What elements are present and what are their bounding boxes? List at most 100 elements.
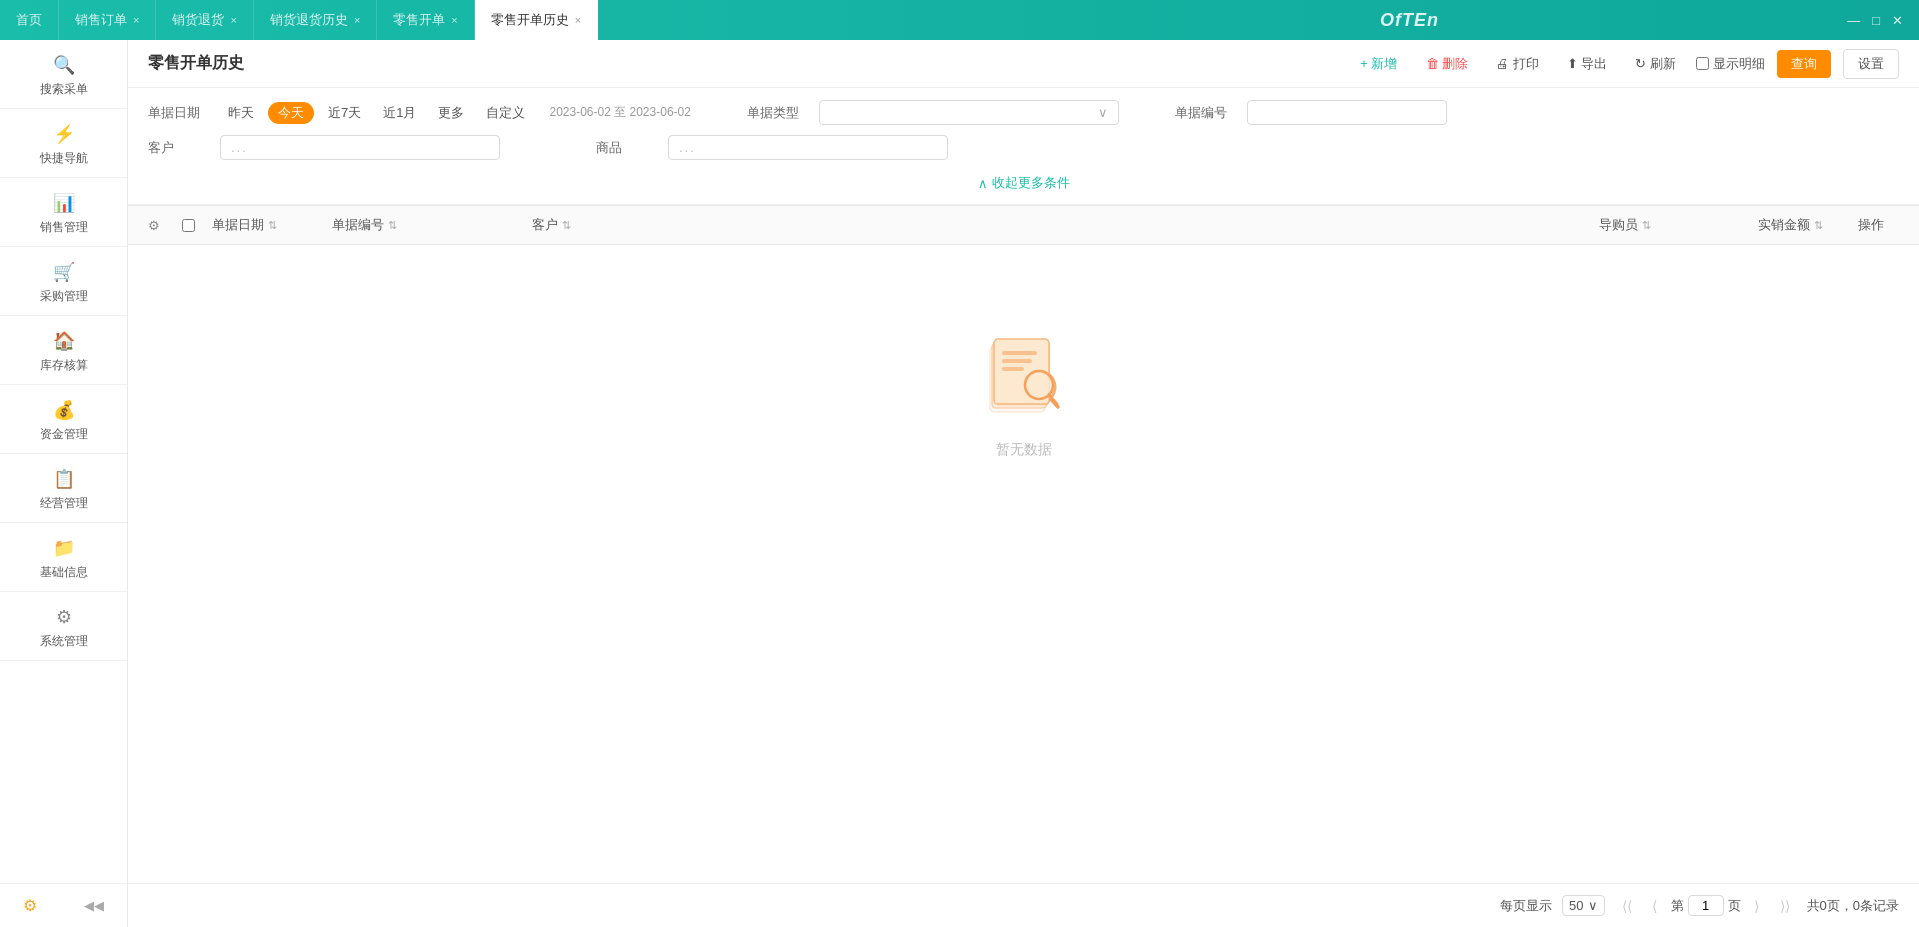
collapse-label: 收起更多条件 [992, 174, 1070, 192]
tab-销货退货[interactable]: 销货退货× [156, 0, 253, 40]
tab-销货退货历史[interactable]: 销货退货历史 × [254, 0, 377, 40]
print-button[interactable]: 🖨 打印 [1488, 51, 1547, 77]
goods-input[interactable]: ... [668, 135, 948, 160]
tab-close-icon[interactable]: × [133, 14, 139, 26]
tab-零售开单历史[interactable]: 零售开单历史× [475, 0, 598, 40]
doc-type-arrow: ∨ [1098, 105, 1108, 120]
filter-row-2: 客户 ... 商品 ... [148, 135, 1899, 160]
page-label-prefix: 第 [1671, 897, 1684, 915]
sidebar-icon-3: 🛒 [53, 261, 75, 283]
collapse-icon: ∧ [978, 176, 988, 191]
doc-type-select[interactable]: ∨ [819, 100, 1119, 125]
pagination-bar: 每页显示 50 ∨ ⟨⟨ ⟨ 第 页 ⟩ ⟩⟩ 共0页，0条记录 [128, 883, 1919, 927]
sidebar-item-2[interactable]: 📊销售管理 [0, 178, 127, 247]
column-settings-icon[interactable]: ⚙ [136, 218, 172, 233]
current-page-input[interactable] [1688, 895, 1724, 916]
add-button[interactable]: + 新增 [1352, 51, 1405, 77]
sidebar-label-5: 资金管理 [40, 426, 88, 443]
minimize-btn[interactable]: — [1847, 13, 1860, 28]
sidebar-label-8: 系统管理 [40, 633, 88, 650]
first-page-btn[interactable]: ⟨⟨ [1615, 894, 1639, 918]
close-btn[interactable]: ✕ [1892, 13, 1903, 28]
doc-no-input[interactable] [1247, 100, 1447, 125]
sidebar-label-0: 搜索采单 [40, 81, 88, 98]
settings-button[interactable]: 设置 [1843, 49, 1899, 79]
th-guide[interactable]: 导购员 ⇅ [1591, 216, 1711, 234]
sidebar-item-4[interactable]: 🏠库存核算 [0, 316, 127, 385]
th-customer[interactable]: 客户 ⇅ [524, 216, 1591, 234]
display-cols-input[interactable] [1696, 57, 1709, 70]
tab-销售订单[interactable]: 销售订单 × [59, 0, 156, 40]
tab-label: 销售订单 [75, 11, 127, 29]
date-today[interactable]: 今天 [268, 102, 314, 124]
th-docno-label: 单据编号 [332, 216, 384, 234]
sidebar-item-0[interactable]: 🔍 搜索采单 [0, 40, 127, 109]
date-custom[interactable]: 自定义 [478, 102, 533, 124]
last-page-btn[interactable]: ⟩⟩ [1773, 894, 1797, 918]
delete-button[interactable]: 🗑 删除 [1418, 51, 1477, 77]
sidebar-icon-0: 🔍 [53, 54, 75, 76]
customer-label: 客户 [148, 139, 204, 157]
sidebar-item-5[interactable]: 💰资金管理 [0, 385, 127, 454]
brand-logo: OfTEn [1380, 10, 1439, 31]
doc-type-label: 单据类型 [747, 104, 803, 122]
sidebar-label-4: 库存核算 [40, 357, 88, 374]
refresh-button[interactable]: ↻ 刷新 [1627, 51, 1684, 77]
table-header: ⚙ 单据日期 ⇅ 单据编号 ⇅ 客户 ⇅ 导购员 ⇅ [128, 205, 1919, 245]
per-page-label: 每页显示 [1500, 897, 1552, 915]
sidebar-item-1[interactable]: ⚡快捷导航 [0, 109, 127, 178]
th-customer-label: 客户 [532, 216, 558, 234]
tab-close-icon[interactable]: × [575, 14, 581, 26]
main-layout: 🔍 搜索采单 ⚡快捷导航📊销售管理 🛒 采购管理 🏠库存核算💰资金管理📋经营管理📁基础信息… [0, 40, 1919, 927]
prev-page-btn[interactable]: ⟨ [1643, 894, 1667, 918]
settings-icon[interactable]: ⚙ [23, 896, 37, 915]
date-7days[interactable]: 近7天 [320, 102, 369, 124]
next-page-btn[interactable]: ⟩ [1745, 894, 1769, 918]
tab-close-icon[interactable]: × [451, 14, 457, 26]
sidebar-icon-7: 📁 [53, 537, 75, 559]
tab-label: 销货退货历史 [270, 11, 348, 29]
sidebar-item-3[interactable]: 🛒 采购管理 [0, 247, 127, 316]
tab-label: 零售开单 [393, 11, 445, 29]
sidebar-item-8[interactable]: ⚙系统管理 [0, 592, 127, 661]
header-actions: + 新增 🗑 删除 🖨 打印 ⬆ 导出 ↻ 刷新 显示明细 查询 设置 [1352, 49, 1899, 79]
sidebar-icon-1: ⚡ [53, 123, 75, 145]
th-ops-label: 操作 [1858, 216, 1884, 234]
svg-rect-13 [1002, 367, 1024, 371]
date-yesterday[interactable]: 昨天 [220, 102, 262, 124]
tab-close-icon[interactable]: × [230, 14, 236, 26]
date-more[interactable]: 更多 [430, 102, 472, 124]
svg-rect-11 [1002, 351, 1037, 355]
th-amount-label: 实销金额 [1758, 216, 1810, 234]
tab-首页[interactable]: 首页 [0, 0, 59, 40]
sidebar-label-2: 销售管理 [40, 219, 88, 236]
per-page-select[interactable]: 50 ∨ [1562, 895, 1604, 916]
content-area: 零售开单历史 + 新增 🗑 删除 🖨 打印 ⬆ 导出 ↻ 刷新 显示明细 查询 … [128, 40, 1919, 927]
query-button[interactable]: 查询 [1777, 50, 1831, 78]
empty-icon [974, 325, 1074, 425]
goods-placeholder: ... [679, 140, 696, 155]
tab-close-icon[interactable]: × [354, 14, 360, 26]
th-amount[interactable]: 实销金额 ⇅ [1711, 216, 1831, 234]
sidebar-item-6[interactable]: 📋经营管理 [0, 454, 127, 523]
export-button[interactable]: ⬆ 导出 [1559, 51, 1616, 77]
collapse-icon[interactable]: ◀◀ [84, 898, 104, 913]
maximize-btn[interactable]: □ [1872, 13, 1880, 28]
select-all-checkbox[interactable] [172, 219, 204, 232]
per-page-value: 50 [1569, 898, 1583, 913]
select-all-input[interactable] [182, 219, 195, 232]
collapse-filter-btn[interactable]: ∧ 收起更多条件 [148, 170, 1899, 196]
top-bar: 首页销售订单×销货退货×销货退货历史×零售开单×零售开单历史× OfTEn — … [0, 0, 1919, 40]
table-area: ⚙ 单据日期 ⇅ 单据编号 ⇅ 客户 ⇅ 导购员 ⇅ [128, 205, 1919, 883]
sidebar-label-3: 采购管理 [40, 288, 88, 305]
th-guide-label: 导购员 [1599, 216, 1638, 234]
tab-零售开单[interactable]: 零售开单 × [377, 0, 474, 40]
display-cols-checkbox[interactable]: 显示明细 [1696, 55, 1765, 73]
customer-input[interactable]: ... [220, 135, 500, 160]
th-docno[interactable]: 单据编号 ⇅ [324, 216, 524, 234]
date-1month[interactable]: 近1月 [375, 102, 424, 124]
th-date[interactable]: 单据日期 ⇅ [204, 216, 324, 234]
per-page-arrow: ∨ [1588, 898, 1598, 913]
sidebar-item-7[interactable]: 📁基础信息 [0, 523, 127, 592]
window-controls: — □ ✕ [1831, 13, 1919, 28]
